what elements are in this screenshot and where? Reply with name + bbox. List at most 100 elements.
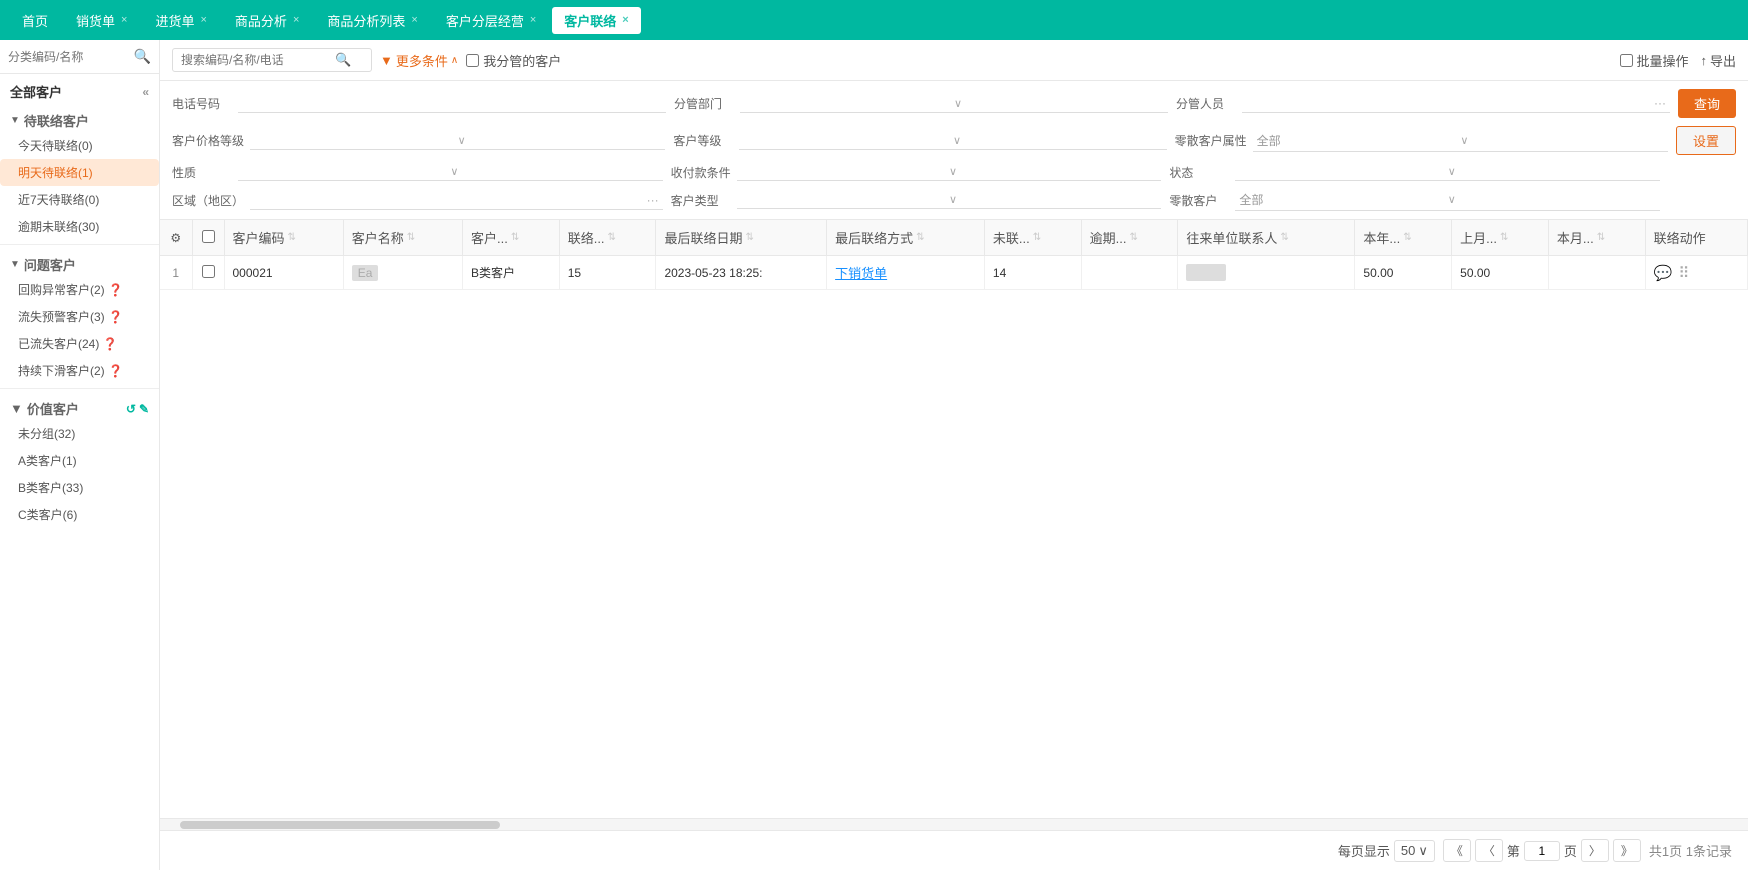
total-info: 共1页 1条记录 xyxy=(1649,841,1732,860)
message-icon[interactable]: 💬 xyxy=(1654,264,1673,282)
dept-select[interactable]: ∨ xyxy=(740,95,1168,113)
close-purchaseorder-icon[interactable]: × xyxy=(200,14,206,26)
scatter-attr-select[interactable]: 全部 ∨ xyxy=(1253,130,1668,152)
close-analysis-icon[interactable]: × xyxy=(293,14,299,26)
my-customers-checkbox-label[interactable]: 我分管的客户 xyxy=(466,51,561,70)
nav-item-purchaseorder[interactable]: 进货单 × xyxy=(143,7,218,34)
collapse-sidebar-icon[interactable]: « xyxy=(142,85,149,99)
search-icon[interactable]: 🔍 xyxy=(335,52,351,68)
field-phone: 电话号码 xyxy=(172,94,666,113)
prev-page-btn[interactable]: 〈 xyxy=(1475,839,1503,862)
close-customer-contact-icon[interactable]: × xyxy=(622,14,628,26)
value-refresh-icon[interactable]: ↺ xyxy=(126,402,136,416)
qr-icon[interactable]: ⠿ xyxy=(1678,264,1689,282)
next-page-btn[interactable]: 〉 xyxy=(1581,839,1609,862)
nav-item-customer-contact[interactable]: 客户联络 × xyxy=(552,7,640,34)
td-last-month: 50.00 xyxy=(1452,256,1549,290)
horizontal-scrollbar[interactable] xyxy=(160,818,1748,830)
th-type: 客户...⇅ xyxy=(462,220,559,256)
sidebar-search-icon[interactable]: 🔍 xyxy=(134,48,151,65)
sort-lcd-icon[interactable]: ⇅ xyxy=(745,232,753,243)
phone-input[interactable] xyxy=(238,94,666,113)
row-checkbox[interactable] xyxy=(202,265,215,278)
sort-type-icon[interactable]: ⇅ xyxy=(511,232,519,243)
sidebar-item-7days[interactable]: 近7天待联络(0) xyxy=(0,186,159,213)
scatter-customer-select[interactable]: 全部 ∨ xyxy=(1235,189,1660,211)
select-all-checkbox[interactable] xyxy=(202,230,215,243)
region-dots-icon[interactable]: ··· xyxy=(647,193,659,207)
problem-customers-tri: ▼ xyxy=(10,259,20,270)
filter-row-4: 区域（地区） ··· 客户类型 ∨ 零散客户 全部 xyxy=(172,189,1736,211)
manager-dots-icon[interactable]: ··· xyxy=(1654,96,1666,110)
query-btn[interactable]: 查询 xyxy=(1678,89,1736,118)
close-analysis-list-icon[interactable]: × xyxy=(411,14,417,26)
th-last-month: 上月...⇅ xyxy=(1452,220,1549,256)
sort-lm-icon[interactable]: ⇅ xyxy=(1500,232,1508,243)
sidebar-item-today[interactable]: 今天待联络(0) xyxy=(0,132,159,159)
payment-terms-select[interactable]: ∨ xyxy=(737,163,1162,181)
search-input[interactable] xyxy=(181,53,331,67)
scrollbar-thumb[interactable] xyxy=(180,821,500,829)
divider-2 xyxy=(0,388,159,389)
nav-item-analysis[interactable]: 商品分析 × xyxy=(223,7,311,34)
last-page-btn[interactable]: 》 xyxy=(1613,839,1641,862)
sidebar-item-classA[interactable]: A类客户(1) xyxy=(0,447,159,474)
scatter-customer-chevron-icon: ∨ xyxy=(1448,193,1656,206)
nav-home[interactable]: 首页 xyxy=(10,7,60,34)
sidebar-item-repurchase-abnormal[interactable]: 回购异常客户(2) ❓ xyxy=(0,276,159,303)
nav-item-customer-tier[interactable]: 客户分层经营 × xyxy=(434,7,548,34)
manager-input[interactable]: ··· xyxy=(1242,94,1670,113)
status-select[interactable]: ∨ xyxy=(1235,163,1660,181)
td-code: 000021 xyxy=(224,256,343,290)
td-not-contacted: 14 xyxy=(984,256,1081,290)
th-this-year: 本年...⇅ xyxy=(1355,220,1452,256)
sort-lcm-icon[interactable]: ⇅ xyxy=(916,232,924,243)
sidebar-item-classB[interactable]: B类客户(33) xyxy=(0,474,159,501)
advanced-filter-panel: 电话号码 分管部门 ∨ 分管人员 ··· 查 xyxy=(160,81,1748,220)
sort-tm-icon[interactable]: ⇅ xyxy=(1597,232,1605,243)
my-customers-checkbox[interactable] xyxy=(466,54,479,67)
close-salesorder-icon[interactable]: × xyxy=(121,14,127,26)
sort-nc-icon[interactable]: ⇅ xyxy=(1033,232,1041,243)
customer-level-select[interactable]: ∨ xyxy=(739,132,1166,150)
region-select[interactable]: ··· xyxy=(250,191,663,210)
reset-btn[interactable]: 设置 xyxy=(1676,126,1736,155)
sort-ty-icon[interactable]: ⇅ xyxy=(1403,232,1411,243)
sort-cp-icon[interactable]: ⇅ xyxy=(1280,232,1288,243)
value-edit-icon[interactable]: ✎ xyxy=(139,402,149,416)
export-btn[interactable]: ↑ 导出 xyxy=(1700,51,1736,70)
sidebar-search-input[interactable] xyxy=(8,50,130,64)
sort-overdue-icon[interactable]: ⇅ xyxy=(1129,232,1137,243)
sidebar-item-declining[interactable]: 持续下滑客户(2) ❓ xyxy=(0,357,159,384)
th-this-month: 本月...⇅ xyxy=(1548,220,1645,256)
value-actions: ↺ ✎ xyxy=(126,402,149,416)
more-conditions-btn[interactable]: ▼ 更多条件 ∧ xyxy=(380,51,458,70)
nature-select[interactable]: ∨ xyxy=(238,163,663,181)
batch-op-checkbox[interactable] xyxy=(1620,54,1633,67)
sort-name-icon[interactable]: ⇅ xyxy=(407,232,415,243)
page-input[interactable] xyxy=(1524,841,1560,861)
field-customer-level: 客户等级 ∨ xyxy=(673,132,1166,150)
page-size-box[interactable]: 50 ∨ xyxy=(1394,840,1435,862)
first-page-btn[interactable]: 《 xyxy=(1443,839,1471,862)
sidebar-item-overdue[interactable]: 逾期未联络(30) xyxy=(0,213,159,240)
nav-item-analysis-list[interactable]: 商品分析列表 × xyxy=(315,7,429,34)
sort-contacts-icon[interactable]: ⇅ xyxy=(608,232,616,243)
field-scatter-attr: 零散客户属性 全部 ∨ xyxy=(1175,130,1668,152)
batch-op-btn[interactable]: 批量操作 xyxy=(1620,51,1688,70)
close-customer-tier-icon[interactable]: × xyxy=(530,14,536,26)
sidebar-item-classC[interactable]: C类客户(6) xyxy=(0,501,159,528)
price-level-select[interactable]: ∨ xyxy=(250,132,665,150)
th-settings[interactable]: ⚙ xyxy=(160,220,192,256)
dept-chevron-icon: ∨ xyxy=(954,97,1164,110)
sidebar-item-churn-warning[interactable]: 流失预警客户(3) ❓ xyxy=(0,303,159,330)
sidebar-item-tomorrow[interactable]: 明天待联络(1) xyxy=(0,159,159,186)
customer-type-select[interactable]: ∨ xyxy=(737,191,1162,209)
nav-item-salesorder[interactable]: 销货单 × xyxy=(64,7,139,34)
group-value-customers: ▼ 价值客户 ↺ ✎ xyxy=(0,393,159,420)
sidebar-item-churned[interactable]: 已流失客户(24) ❓ xyxy=(0,330,159,357)
sort-code-icon[interactable]: ⇅ xyxy=(288,232,296,243)
td-action: 💬 ⠿ xyxy=(1645,256,1747,290)
last-contact-method-link[interactable]: 下销货单 xyxy=(835,266,887,281)
sidebar-item-ungrouped[interactable]: 未分组(32) xyxy=(0,420,159,447)
